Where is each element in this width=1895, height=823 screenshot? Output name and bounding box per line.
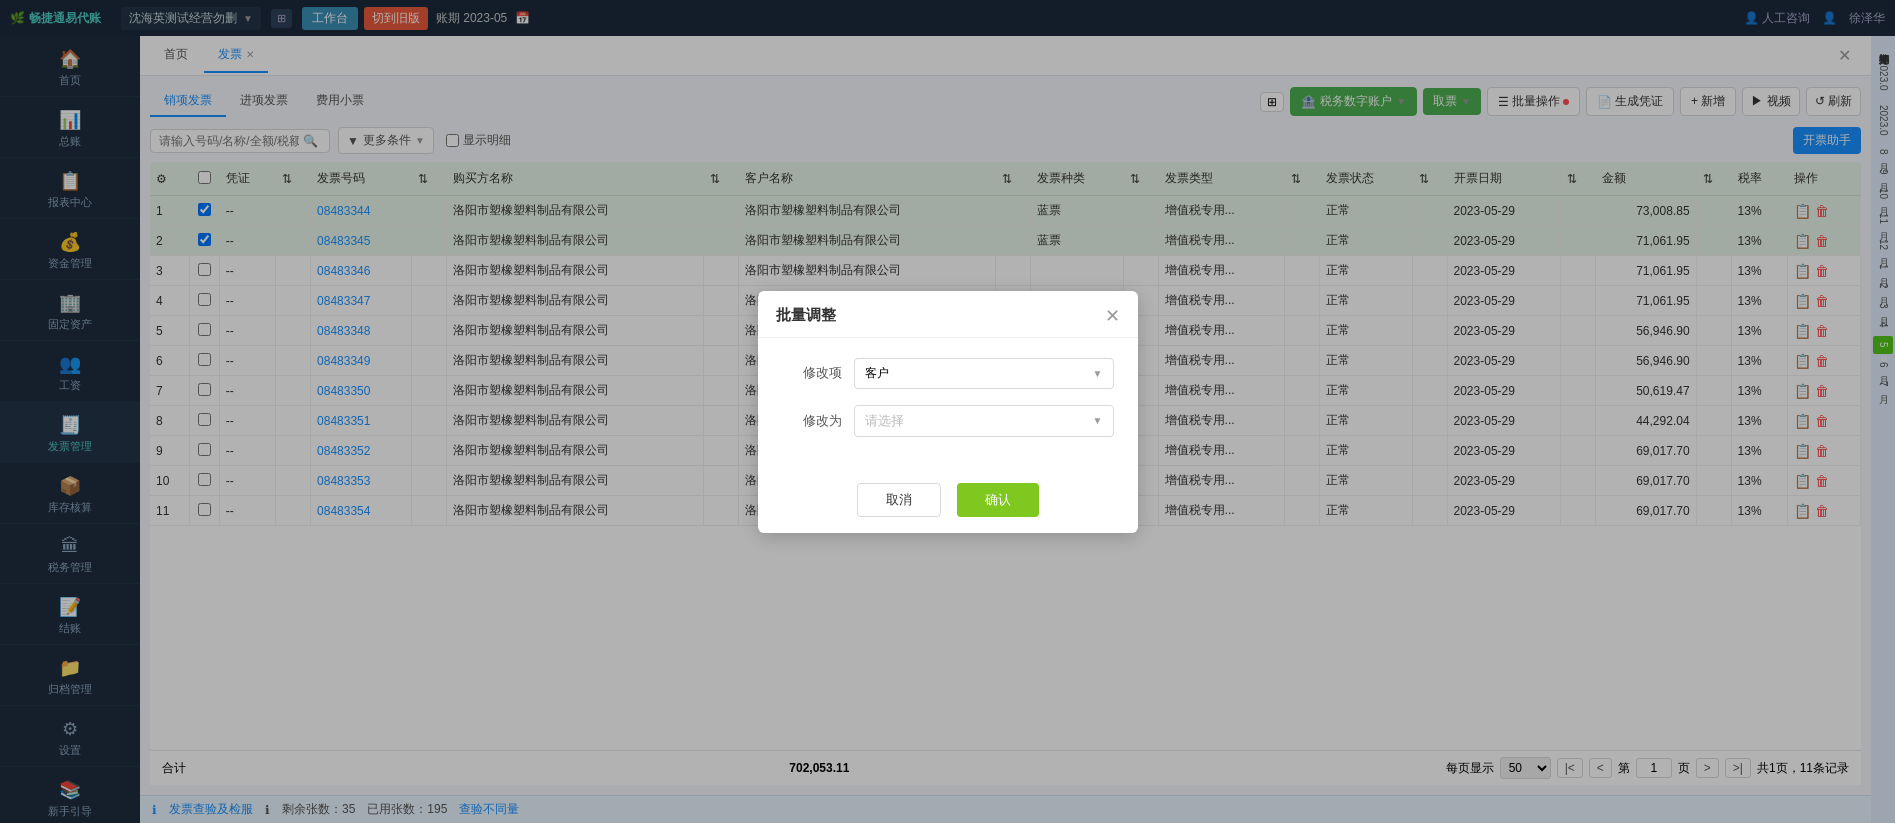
modify-field-selector[interactable]: 客户 ▼ bbox=[854, 358, 1114, 389]
modal-footer: 取消 确认 bbox=[758, 473, 1138, 533]
modal-close-icon[interactable]: ✕ bbox=[1105, 305, 1120, 327]
modal-overlay: 批量调整 ✕ 修改项 客户 ▼ 修改为 请选择 ▼ 取消 确认 bbox=[0, 0, 1895, 823]
modal-body: 修改项 客户 ▼ 修改为 请选择 ▼ bbox=[758, 338, 1138, 473]
modify-field-row: 修改项 客户 ▼ bbox=[782, 358, 1114, 389]
modify-field-dropdown-icon: ▼ bbox=[1093, 368, 1103, 379]
modify-field-value: 客户 bbox=[865, 365, 889, 382]
modify-to-dropdown-icon: ▼ bbox=[1093, 415, 1103, 426]
batch-adjust-modal: 批量调整 ✕ 修改项 客户 ▼ 修改为 请选择 ▼ 取消 确认 bbox=[758, 291, 1138, 533]
modify-to-placeholder: 请选择 bbox=[865, 412, 904, 430]
modify-to-label: 修改为 bbox=[782, 412, 842, 430]
modify-to-selector[interactable]: 请选择 ▼ bbox=[854, 405, 1114, 437]
modify-to-row: 修改为 请选择 ▼ bbox=[782, 405, 1114, 437]
modal-header: 批量调整 ✕ bbox=[758, 291, 1138, 338]
modify-field-label: 修改项 bbox=[782, 364, 842, 382]
confirm-button[interactable]: 确认 bbox=[957, 483, 1039, 517]
modal-title: 批量调整 bbox=[776, 306, 836, 325]
cancel-button[interactable]: 取消 bbox=[857, 483, 941, 517]
